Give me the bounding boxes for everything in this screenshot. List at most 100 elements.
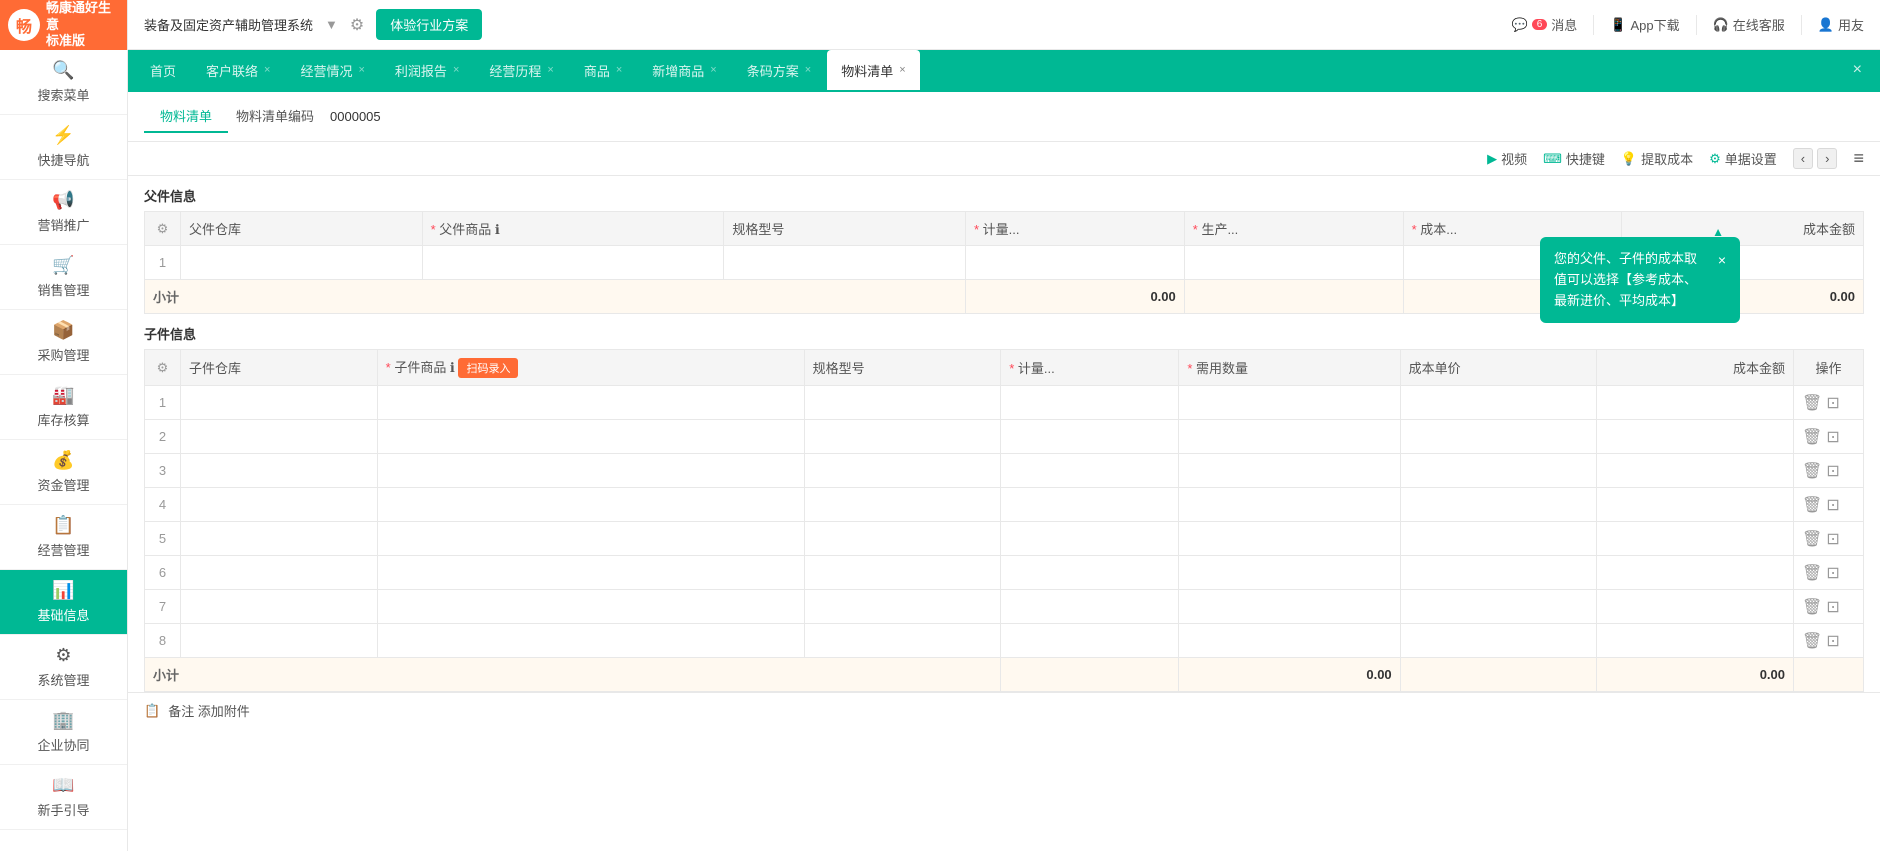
tab-operations-history[interactable]: 经营历程 × — [475, 50, 567, 92]
copy-icon-1[interactable]: ⊡ — [1826, 393, 1839, 413]
sidebar-item-finance[interactable]: 💰 资金管理 — [0, 440, 127, 505]
settings-icon[interactable]: ⚙ — [350, 15, 364, 35]
child-col-settings[interactable]: ⚙ — [145, 350, 181, 386]
parent-col-settings[interactable]: ⚙ — [145, 212, 181, 246]
parent-warehouse-cell[interactable] — [181, 246, 423, 280]
tab-close-all[interactable]: × — [1843, 50, 1872, 92]
tab-ops-status-close[interactable]: × — [358, 64, 364, 76]
tab-material-close[interactable]: × — [899, 64, 905, 76]
tab-profit-report[interactable]: 利润报告 × — [381, 50, 473, 92]
toolbar-extract-cost[interactable]: 💡 提取成本 — [1621, 149, 1693, 168]
delete-icon-2[interactable]: 🗑 — [1802, 427, 1822, 447]
tabbar: 首页 客户联络 × 经营情况 × 利润报告 × 经营历程 × 商品 × 新增商品… — [128, 50, 1880, 92]
user-icon: 👤 — [1818, 17, 1834, 33]
toolbar-view[interactable]: ▶ 视频 — [1487, 149, 1527, 168]
delete-icon-7[interactable]: 🗑 — [1802, 597, 1822, 617]
delete-icon-8[interactable]: 🗑 — [1802, 631, 1822, 651]
trial-button[interactable]: 体验行业方案 — [376, 9, 482, 40]
copy-icon-6[interactable]: ⊡ — [1826, 563, 1839, 583]
parent-subtotal-label: 小计 — [145, 280, 966, 314]
delete-icon-3[interactable]: 🗑 — [1802, 461, 1822, 481]
footer-bar: 📋 备注 添加附件 — [128, 692, 1880, 728]
copy-icon-7[interactable]: ⊡ — [1826, 597, 1839, 617]
tab-new-products-close[interactable]: × — [710, 64, 716, 76]
child-spec-1[interactable] — [804, 386, 1001, 420]
copy-icon-8[interactable]: ⊡ — [1826, 631, 1839, 651]
parent-production-cell[interactable] — [1184, 246, 1403, 280]
toolbar-shortcut[interactable]: ⌨ 快捷键 — [1543, 149, 1605, 168]
child-product-1[interactable] — [377, 386, 804, 420]
child-ops-1: 🗑⊡ — [1794, 386, 1864, 420]
online-service-action[interactable]: 🎧 在线客服 — [1713, 15, 1785, 34]
tab-home[interactable]: 首页 — [136, 50, 190, 92]
app-download-action[interactable]: 📱 App下载 — [1610, 15, 1679, 34]
copy-icon-4[interactable]: ⊡ — [1826, 495, 1839, 515]
logo-icon: 畅 — [8, 9, 40, 41]
tab-ops-history-close[interactable]: × — [547, 64, 553, 76]
tab-barcode-plan[interactable]: 条码方案 × — [733, 50, 825, 92]
copy-icon-3[interactable]: ⊡ — [1826, 461, 1839, 481]
view-icon: ▶ — [1487, 151, 1497, 167]
nav-next-button[interactable]: › — [1817, 148, 1837, 169]
logo-text: 畅康通好生意 标准版 — [46, 0, 119, 50]
sub-tab-material-list[interactable]: 物料清单 — [144, 100, 228, 133]
tab-operations-status[interactable]: 经营情况 × — [286, 50, 378, 92]
tab-products-close[interactable]: × — [616, 64, 622, 76]
hamburger-menu-icon[interactable]: ≡ — [1853, 148, 1864, 169]
sidebar: 畅 畅康通好生意 标准版 🔍 搜索菜单 ⚡ 快捷导航 📢 营销推广 🛒 销售管理… — [0, 0, 128, 851]
copy-icon-5[interactable]: ⊡ — [1826, 529, 1839, 549]
child-ops-2: 🗑⊡ — [1794, 420, 1864, 454]
sidebar-item-system[interactable]: ⚙ 系统管理 — [0, 635, 127, 700]
delete-icon-5[interactable]: 🗑 — [1802, 529, 1822, 549]
child-unit-1[interactable] — [1001, 386, 1179, 420]
tab-new-products[interactable]: 新增商品 × — [638, 50, 730, 92]
sidebar-item-inventory[interactable]: 🏭 库存核算 — [0, 375, 127, 440]
delete-icon-1[interactable]: 🗑 — [1802, 393, 1822, 413]
parent-product-cell[interactable] — [422, 246, 724, 280]
content-area: 物料清单 物料清单编码 0000005 ▶ 视频 ⌨ 快捷键 💡 提取成本 ⚙ … — [128, 92, 1880, 851]
child-cost-amount-1[interactable] — [1597, 386, 1794, 420]
child-table-row: 7 🗑⊡ — [145, 590, 1864, 624]
nav-prev-button[interactable]: ‹ — [1793, 148, 1813, 169]
tab-material-list[interactable]: 物料清单 × — [827, 50, 919, 92]
topbar-dropdown-icon[interactable]: ▼ — [325, 17, 338, 32]
delete-icon-6[interactable]: 🗑 — [1802, 563, 1822, 583]
message-action[interactable]: 💬 6 消息 — [1512, 15, 1578, 34]
toolbar-single-settings[interactable]: ⚙ 单据设置 — [1709, 149, 1777, 168]
sidebar-item-basic-info[interactable]: 📊 基础信息 — [0, 570, 127, 635]
copy-icon-2[interactable]: ⊡ — [1826, 427, 1839, 447]
sidebar-item-quick-nav[interactable]: ⚡ 快捷导航 — [0, 115, 127, 180]
child-quantity-1[interactable] — [1179, 386, 1400, 420]
tab-customer[interactable]: 客户联络 × — [192, 50, 284, 92]
sidebar-item-operations[interactable]: 📋 经营管理 — [0, 505, 127, 570]
sidebar-item-guide[interactable]: 📖 新手引导 — [0, 765, 127, 830]
quick-nav-icon: ⚡ — [52, 125, 74, 146]
user-action[interactable]: 👤 用友 — [1818, 15, 1864, 34]
child-unit-cost-1[interactable] — [1400, 386, 1597, 420]
sidebar-item-sales[interactable]: 🛒 销售管理 — [0, 245, 127, 310]
tab-customer-close[interactable]: × — [264, 64, 270, 76]
sidebar-item-marketing[interactable]: 📢 营销推广 — [0, 180, 127, 245]
child-table: ⚙ 子件仓库 * 子件商品 ℹ 扫码录入 规格型号 * 计量... * 需用数量… — [144, 349, 1864, 692]
child-col-warehouse: 子件仓库 — [181, 350, 378, 386]
child-ops-8: 🗑⊡ — [1794, 624, 1864, 658]
child-col-ops: 操作 — [1794, 350, 1864, 386]
tab-products[interactable]: 商品 × — [570, 50, 636, 92]
service-icon: 🎧 — [1713, 17, 1729, 33]
child-warehouse-1[interactable] — [181, 386, 378, 420]
delete-icon-4[interactable]: 🗑 — [1802, 495, 1822, 515]
guide-icon: 📖 — [52, 775, 74, 796]
sidebar-item-enterprise[interactable]: 🏢 企业协同 — [0, 700, 127, 765]
footer-label[interactable]: 备注 添加附件 — [168, 701, 250, 720]
parent-spec-cell[interactable] — [724, 246, 966, 280]
sidebar-item-purchase[interactable]: 📦 采购管理 — [0, 310, 127, 375]
operations-icon: 📋 — [52, 515, 74, 536]
tooltip-close-button[interactable]: × — [1718, 249, 1726, 271]
tab-profit-close[interactable]: × — [453, 64, 459, 76]
child-table-row: 4 🗑⊡ — [145, 488, 1864, 522]
parent-unit-cell[interactable] — [965, 246, 1184, 280]
sidebar-item-search[interactable]: 🔍 搜索菜单 — [0, 50, 127, 115]
tab-barcode-close[interactable]: × — [805, 64, 811, 76]
scan-button[interactable]: 扫码录入 — [458, 358, 518, 378]
child-table-row: 3 🗑⊡ — [145, 454, 1864, 488]
